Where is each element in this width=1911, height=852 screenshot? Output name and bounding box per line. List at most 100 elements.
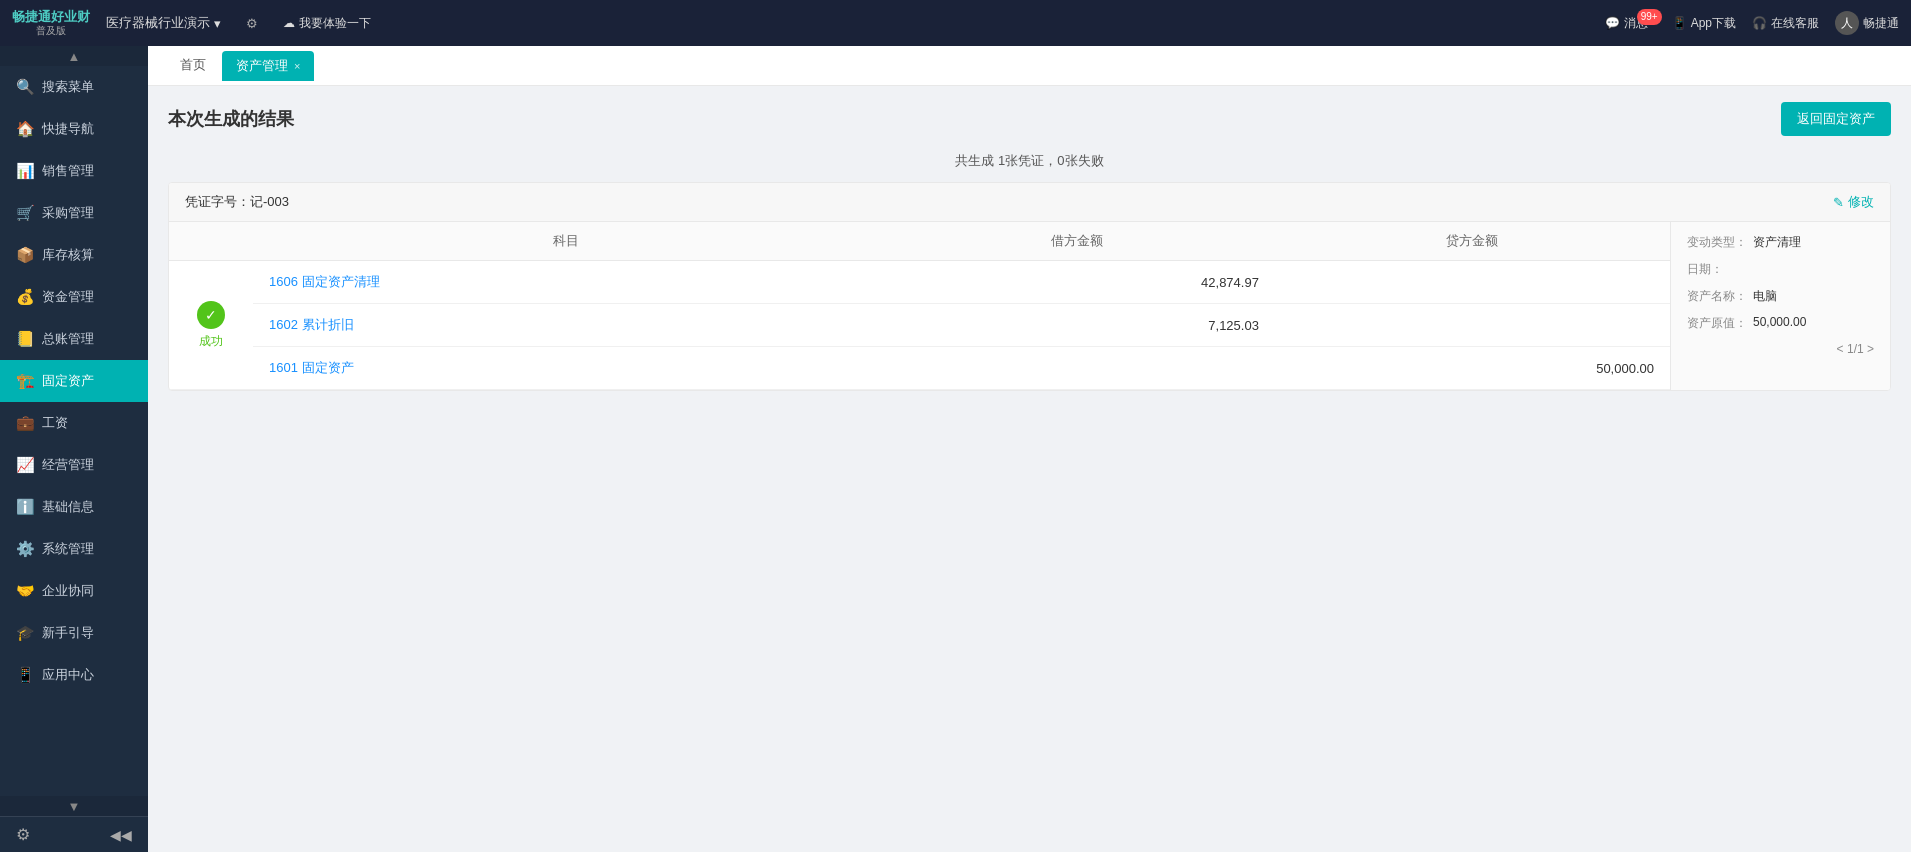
voucher-card: 凭证字号：记-003 ✎ 修改 科目 借方金额 bbox=[168, 182, 1891, 391]
sidebar-item-label: 总账管理 bbox=[42, 330, 94, 348]
voucher-edit-btn[interactable]: ✎ 修改 bbox=[1833, 193, 1874, 211]
asset-name-label: 资产名称： bbox=[1687, 288, 1747, 305]
message-badge: 99 bbox=[1637, 9, 1662, 25]
th-subject: 科目 bbox=[253, 222, 880, 261]
debit-cell: 42,874.97 bbox=[880, 261, 1275, 304]
side-panel-pagination: < 1/1 > bbox=[1687, 342, 1874, 356]
page-title: 本次生成的结果 bbox=[168, 107, 294, 131]
sidebar-scroll-up[interactable]: ▲ bbox=[0, 46, 148, 66]
sidebar-item-label: 销售管理 bbox=[42, 162, 94, 180]
next-page-btn[interactable]: > bbox=[1867, 342, 1874, 356]
asset-name-row: 资产名称： 电脑 bbox=[1687, 288, 1874, 305]
quick-nav-icon: 🏠 bbox=[16, 120, 34, 138]
header-left: 畅捷通好业财 普及版 医疗器械行业演示 ▾ ⚙ ☁ 我要体验一下 bbox=[12, 8, 379, 38]
voucher-side-panel: 变动类型： 资产清理 日期： 资产名称： 电脑 资产原值： bbox=[1670, 222, 1890, 390]
result-summary: 共生成 1张凭证，0张失败 bbox=[168, 152, 1891, 170]
sidebar-scroll-down[interactable]: ▼ bbox=[0, 796, 148, 816]
sidebar-item-funds[interactable]: 💰 资金管理 bbox=[0, 276, 148, 318]
change-type-label: 变动类型： bbox=[1687, 234, 1747, 251]
sidebar-item-search[interactable]: 🔍 搜索菜单 bbox=[0, 66, 148, 108]
page-title-row: 本次生成的结果 返回固定资产 bbox=[168, 102, 1891, 136]
sidebar-item-purchase[interactable]: 🛒 采购管理 bbox=[0, 192, 148, 234]
credit-cell: 50,000.00 bbox=[1275, 347, 1670, 390]
tab-asset-label: 资产管理 bbox=[236, 57, 288, 75]
sidebar-item-ledger[interactable]: 📒总账管理 bbox=[0, 318, 148, 360]
success-label: 成功 bbox=[199, 333, 223, 350]
original-value-row: 资产原值： 50,000.00 bbox=[1687, 315, 1874, 332]
sidebar-item-label: 搜索菜单 bbox=[42, 78, 94, 96]
sidebar-item-sales[interactable]: 📊销售管理 bbox=[0, 150, 148, 192]
sidebar-bottom: ⚙ ◀◀ bbox=[0, 816, 148, 852]
logo[interactable]: 畅捷通好业财 普及版 bbox=[12, 9, 90, 37]
table-row: 1601 固定资产50,000.00 bbox=[169, 347, 1670, 390]
sidebar-item-label: 企业协同 bbox=[42, 582, 94, 600]
content-area: 首页 资产管理 × 本次生成的结果 返回固定资产 共生成 1张凭证，0张失败 凭… bbox=[148, 46, 1911, 852]
date-row: 日期： bbox=[1687, 261, 1874, 278]
sidebar-scroll: 🔍 搜索菜单 🏠快捷导航📊销售管理 🛒 采购管理 📦库存核算 💰 资金管理 📒总账管理🏗️固定资… bbox=[0, 66, 148, 796]
user-btn[interactable]: 人 畅捷通 bbox=[1835, 11, 1899, 35]
message-icon: 💬 bbox=[1605, 16, 1620, 30]
sidebar-item-label: 经营管理 bbox=[42, 456, 94, 474]
tab-asset-management[interactable]: 资产管理 × bbox=[222, 51, 314, 81]
online-service-btn[interactable]: 🎧 在线客服 bbox=[1752, 15, 1819, 32]
tab-close-btn[interactable]: × bbox=[294, 60, 300, 72]
credit-cell bbox=[1275, 304, 1670, 347]
system-icon: ⚙️ bbox=[16, 540, 34, 558]
avatar: 人 bbox=[1835, 11, 1859, 35]
sidebar-item-tutorial[interactable]: 🎓新手引导 bbox=[0, 612, 148, 654]
tab-home[interactable]: 首页 bbox=[164, 48, 222, 84]
voucher-table: 科目 借方金额 贷方金额 ✓成功1606 固定资产清理42,874.971602… bbox=[169, 222, 1670, 390]
asset-name-value: 电脑 bbox=[1753, 288, 1777, 305]
operations-icon: 📈 bbox=[16, 456, 34, 474]
change-type-value: 资产清理 bbox=[1753, 234, 1801, 251]
table-row: ✓成功1606 固定资产清理42,874.97 bbox=[169, 261, 1670, 304]
subject-cell: 1602 累计折旧 bbox=[253, 304, 880, 347]
tutorial-icon: 🎓 bbox=[16, 624, 34, 642]
app-download-btn[interactable]: 📱 App下载 bbox=[1672, 15, 1736, 32]
workspace-name: 医疗器械行业演示 bbox=[106, 14, 210, 32]
sidebar-item-label: 资金管理 bbox=[42, 288, 94, 306]
message-btn[interactable]: 💬 消息 99 bbox=[1597, 15, 1656, 32]
sidebar-item-system[interactable]: ⚙️系统管理 bbox=[0, 528, 148, 570]
gear-icon: ⚙ bbox=[246, 16, 258, 31]
settings-bottom-icon[interactable]: ⚙ bbox=[16, 825, 30, 844]
debit-cell bbox=[880, 347, 1275, 390]
sidebar-item-operations[interactable]: 📈 经营管理 bbox=[0, 444, 148, 486]
sidebar-item-label: 基础信息 bbox=[42, 498, 94, 516]
date-label: 日期： bbox=[1687, 261, 1723, 278]
subject-cell: 1606 固定资产清理 bbox=[253, 261, 880, 304]
success-icon: ✓ bbox=[197, 301, 225, 329]
edit-label: 修改 bbox=[1848, 193, 1874, 211]
edit-icon: ✎ bbox=[1833, 195, 1844, 210]
payroll-icon: 💼 bbox=[16, 414, 34, 432]
workspace-selector[interactable]: 医疗器械行业演示 ▾ bbox=[98, 10, 229, 36]
sidebar-item-fixed-assets[interactable]: 🏗️固定资产 bbox=[0, 360, 148, 402]
prev-page-btn[interactable]: < bbox=[1837, 342, 1844, 356]
experience-btn[interactable]: ☁ 我要体验一下 bbox=[275, 11, 379, 36]
sidebar-item-label: 固定资产 bbox=[42, 372, 94, 390]
sidebar-item-quick-nav[interactable]: 🏠快捷导航 bbox=[0, 108, 148, 150]
sidebar-item-basic-info[interactable]: ℹ️基础信息 bbox=[0, 486, 148, 528]
table-row: 1602 累计折旧7,125.03 bbox=[169, 304, 1670, 347]
purchase-icon: 🛒 bbox=[16, 204, 34, 222]
page-content: 本次生成的结果 返回固定资产 共生成 1张凭证，0张失败 凭证字号：记-003 … bbox=[148, 86, 1911, 852]
th-status bbox=[169, 222, 253, 261]
th-debit: 借方金额 bbox=[880, 222, 1275, 261]
funds-icon: 💰 bbox=[16, 288, 34, 306]
pagination-text: 1/1 bbox=[1847, 342, 1867, 356]
logo-title: 畅捷通好业财 bbox=[12, 9, 90, 25]
th-credit: 贷方金额 bbox=[1275, 222, 1670, 261]
search-icon: 🔍 bbox=[16, 78, 34, 96]
app-center-icon: 📱 bbox=[16, 666, 34, 684]
sidebar-item-inventory[interactable]: 📦库存核算 bbox=[0, 234, 148, 276]
sidebar-item-payroll[interactable]: 💼工资 bbox=[0, 402, 148, 444]
sidebar-item-label: 采购管理 bbox=[42, 204, 94, 222]
experience-label: 我要体验一下 bbox=[299, 15, 371, 32]
collapse-icon[interactable]: ◀◀ bbox=[110, 827, 132, 843]
sidebar-item-enterprise[interactable]: 🤝企业协同 bbox=[0, 570, 148, 612]
voucher-body: 科目 借方金额 贷方金额 ✓成功1606 固定资产清理42,874.971602… bbox=[169, 222, 1890, 390]
settings-icon-btn[interactable]: ⚙ bbox=[237, 8, 267, 38]
return-btn[interactable]: 返回固定资产 bbox=[1781, 102, 1891, 136]
sidebar-item-app-center[interactable]: 📱应用中心 bbox=[0, 654, 148, 696]
inventory-icon: 📦 bbox=[16, 246, 34, 264]
